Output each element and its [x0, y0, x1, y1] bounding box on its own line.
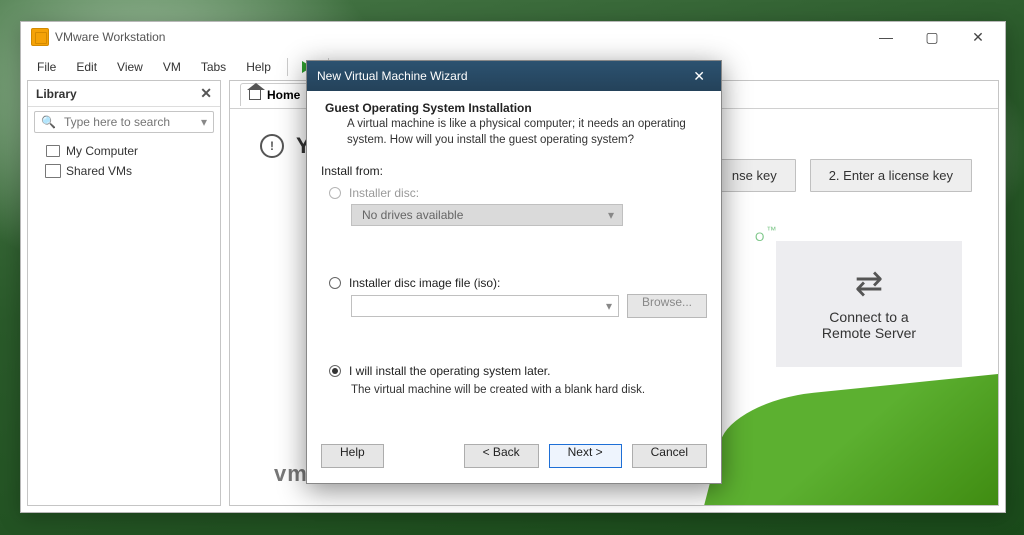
iso-path-dropdown[interactable]: ▾ — [351, 295, 619, 317]
dialog-heading: Guest Operating System Installation — [325, 101, 703, 115]
remote-subtitle: Remote Server — [822, 325, 916, 341]
tree-item-shared-vms[interactable]: Shared VMs — [32, 161, 216, 181]
install-later-note: The virtual machine will be created with… — [351, 384, 707, 396]
radio-iso[interactable] — [329, 277, 341, 289]
tree-item-my-computer[interactable]: My Computer — [32, 141, 216, 161]
dialog-body: Install from: Installer disc: No drives … — [307, 156, 721, 439]
back-button[interactable]: < Back — [464, 444, 539, 468]
decoration-swoosh — [695, 370, 999, 506]
menu-file[interactable]: File — [27, 57, 66, 77]
search-dropdown-icon[interactable]: ▾ — [201, 115, 207, 129]
license-button-2[interactable]: 2. Enter a license key — [810, 159, 972, 192]
disc-dropdown: No drives available ▾ — [351, 204, 623, 226]
dialog-description: A virtual machine is like a physical com… — [325, 115, 703, 148]
disc-dropdown-value: No drives available — [362, 208, 463, 222]
home-icon — [249, 90, 261, 100]
remote-title: Connect to a — [829, 309, 908, 325]
pro-logo-fragment: O™ — [755, 224, 778, 247]
menu-help[interactable]: Help — [236, 57, 281, 77]
toolbar-separator — [287, 58, 288, 76]
option-iso[interactable]: Installer disc image file (iso): — [329, 276, 707, 290]
dialog-title: New Virtual Machine Wizard — [317, 69, 468, 83]
search-icon: 🔍 — [41, 115, 56, 129]
menu-edit[interactable]: Edit — [66, 57, 107, 77]
option-label-iso: Installer disc image file (iso): — [349, 276, 500, 290]
dialog-titlebar[interactable]: New Virtual Machine Wizard ✕ — [307, 61, 721, 91]
vmware-icon — [31, 28, 49, 46]
option-installer-disc: Installer disc: — [329, 186, 707, 200]
install-from-label: Install from: — [321, 164, 707, 178]
library-search[interactable]: 🔍 ▾ — [34, 111, 214, 133]
chevron-down-icon[interactable]: ▾ — [606, 299, 612, 313]
menu-vm[interactable]: VM — [153, 57, 191, 77]
radio-install-later[interactable] — [329, 365, 341, 377]
library-tree: My Computer Shared VMs — [28, 137, 220, 185]
window-controls: — ▢ ✕ — [863, 22, 1001, 52]
dialog-header: Guest Operating System Installation A vi… — [307, 91, 721, 156]
window-title: VMware Workstation — [55, 30, 165, 44]
next-button[interactable]: Next > — [549, 444, 622, 468]
titlebar[interactable]: VMware Workstation — ▢ ✕ — [21, 22, 1005, 52]
tree-item-label: Shared VMs — [66, 164, 132, 178]
option-label-later: I will install the operating system late… — [349, 364, 550, 378]
license-button-1[interactable]: nse key — [713, 159, 796, 192]
dialog-footer: Help < Back Next > Cancel — [307, 439, 721, 483]
chevron-down-icon: ▾ — [608, 208, 614, 222]
transfer-icon: ⇄ — [855, 267, 884, 301]
tab-label: Home — [267, 88, 300, 102]
library-close-icon[interactable]: ✕ — [200, 85, 212, 102]
library-panel: Library ✕ 🔍 ▾ My Computer Shared VMs — [27, 80, 221, 506]
library-title: Library — [36, 87, 77, 101]
option-install-later[interactable]: I will install the operating system late… — [329, 364, 707, 378]
radio-installer-disc — [329, 187, 341, 199]
menu-view[interactable]: View — [107, 57, 153, 77]
new-vm-wizard-dialog: New Virtual Machine Wizard ✕ Guest Opera… — [306, 60, 722, 484]
close-button[interactable]: ✕ — [955, 22, 1001, 52]
search-input[interactable] — [62, 114, 201, 130]
connect-remote-tile[interactable]: ⇄ Connect to a Remote Server — [776, 241, 962, 367]
info-icon: ! — [260, 134, 284, 158]
menu-tabs[interactable]: Tabs — [191, 57, 236, 77]
maximize-button[interactable]: ▢ — [909, 22, 955, 52]
cancel-button[interactable]: Cancel — [632, 444, 707, 468]
dialog-close-icon[interactable]: ✕ — [687, 64, 711, 89]
minimize-button[interactable]: — — [863, 22, 909, 52]
help-button[interactable]: Help — [321, 444, 384, 468]
browse-button: Browse... — [627, 294, 707, 318]
shared-vms-icon — [46, 165, 60, 177]
library-header: Library ✕ — [28, 81, 220, 107]
tree-item-label: My Computer — [66, 144, 138, 158]
option-label-disc: Installer disc: — [349, 186, 419, 200]
computer-icon — [46, 145, 60, 157]
